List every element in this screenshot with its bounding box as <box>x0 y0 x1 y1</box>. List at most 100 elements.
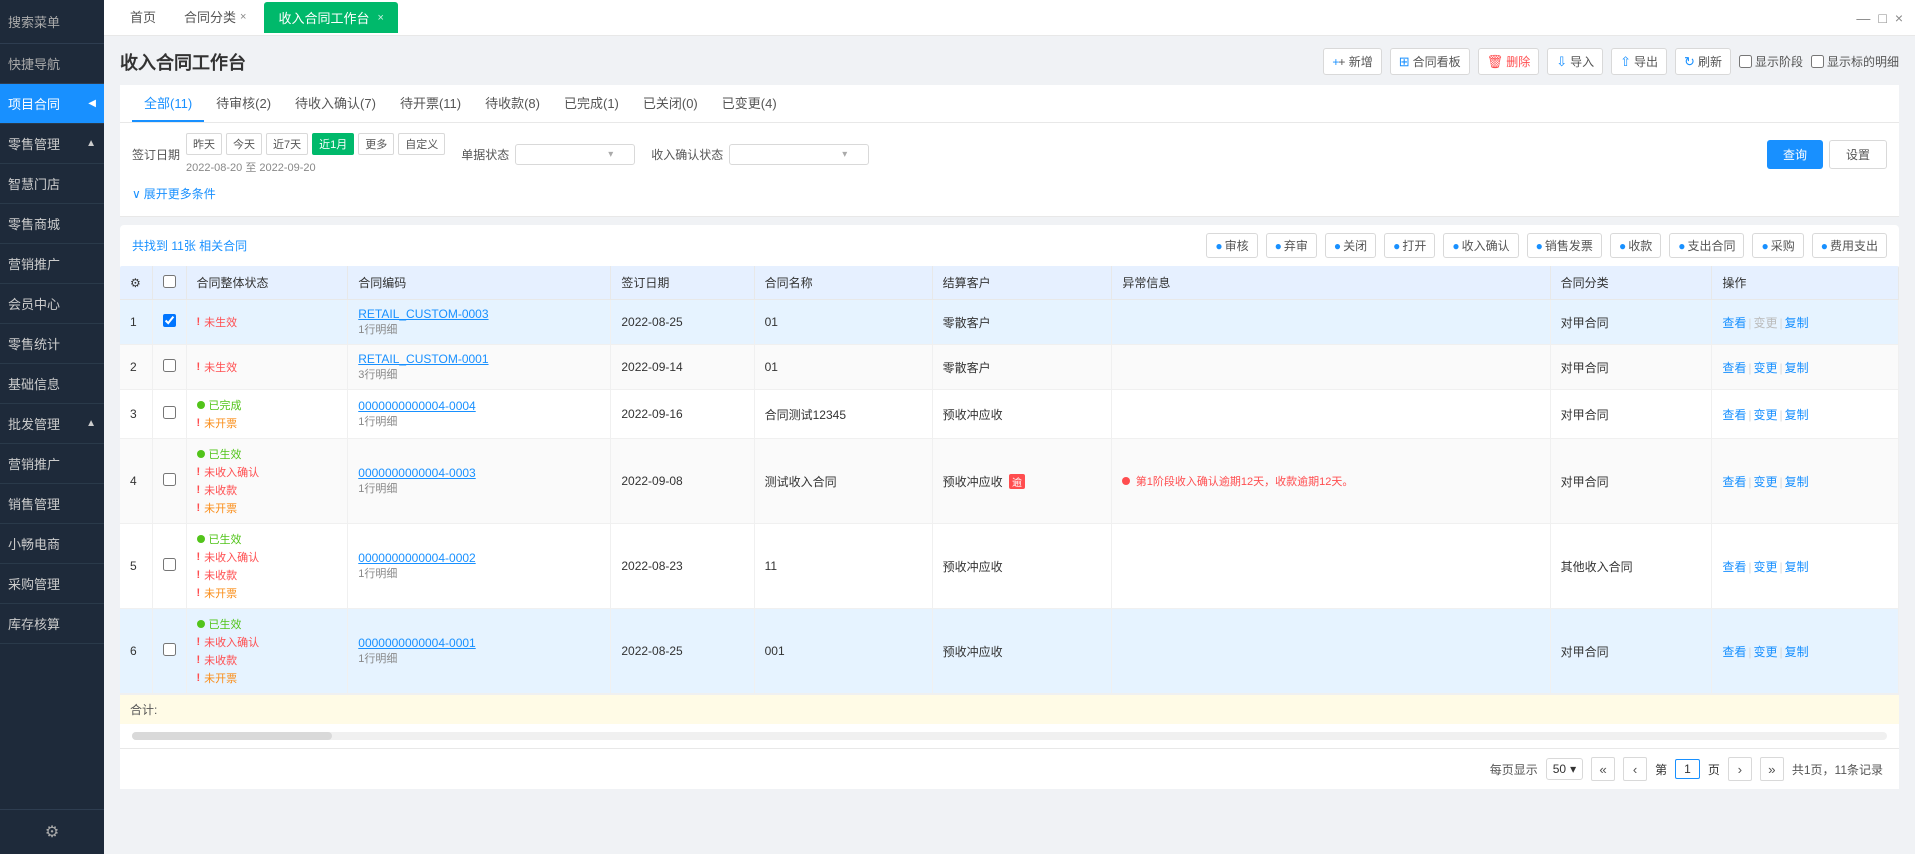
copy-btn[interactable]: 复制 <box>1785 645 1809 659</box>
sidebar-item-purchase[interactable]: 采购管理 <box>0 564 104 604</box>
date-btn-1month[interactable]: 近1月 <box>312 133 354 155</box>
refresh-button[interactable]: ↻ 刷新 <box>1675 48 1731 75</box>
sidebar-item-project-contract[interactable]: 项目合同 ◀ <box>0 84 104 124</box>
tab-close-income-contract[interactable]: × <box>377 12 383 24</box>
show-stages-input[interactable] <box>1739 55 1752 68</box>
close-contract-button[interactable]: ● 关闭 <box>1325 233 1376 258</box>
horizontal-scrollbar[interactable] <box>120 724 1899 748</box>
sidebar-search[interactable]: 搜索菜单 <box>0 0 104 44</box>
income-confirm-button[interactable]: ● 收入确认 <box>1443 233 1518 258</box>
first-page-button[interactable]: « <box>1591 757 1615 781</box>
tab-contract-category[interactable]: 合同分类 × <box>170 0 260 36</box>
abandon-review-button[interactable]: ● 弃审 <box>1266 233 1317 258</box>
review-button[interactable]: ● 审核 <box>1206 233 1257 258</box>
contract-link[interactable]: 0000000000004-0003 <box>358 466 600 480</box>
date-btn-7days[interactable]: 近7天 <box>266 133 308 155</box>
sales-invoice-button[interactable]: ● 销售发票 <box>1527 233 1602 258</box>
view-btn[interactable]: 查看 <box>1722 361 1746 375</box>
export-button[interactable]: ⇧ 导出 <box>1611 48 1667 75</box>
sidebar-item-retail-mall[interactable]: 零售商城 <box>0 204 104 244</box>
contract-link[interactable]: 0000000000004-0001 <box>358 636 600 650</box>
sidebar-item-marketing[interactable]: 营销推广 <box>0 244 104 284</box>
view-btn[interactable]: 查看 <box>1722 560 1746 574</box>
contract-link[interactable]: RETAIL_CUSTOM-0003 <box>358 307 600 321</box>
tab-income-contract-workbench[interactable]: 收入合同工作台 × <box>264 2 397 33</box>
purchase-button[interactable]: ● 采购 <box>1752 233 1803 258</box>
select-all-checkbox[interactable] <box>163 275 176 288</box>
expense-contract-button[interactable]: ● 支出合同 <box>1669 233 1744 258</box>
prev-page-button[interactable]: ‹ <box>1623 757 1647 781</box>
view-btn[interactable]: 查看 <box>1722 408 1746 422</box>
date-btn-today[interactable]: 今天 <box>226 133 262 155</box>
view-btn[interactable]: 查看 <box>1722 316 1746 330</box>
sidebar-item-retail-management[interactable]: 零售管理 ▲ <box>0 124 104 164</box>
sidebar-item-ecommerce[interactable]: 小畅电商 <box>0 524 104 564</box>
filter-tab-all[interactable]: 全部(11) <box>132 85 204 122</box>
sidebar-item-sales[interactable]: 销售管理 <box>0 484 104 524</box>
import-button[interactable]: ⇩ 导入 <box>1547 48 1603 75</box>
edit-btn[interactable]: 变更 <box>1753 560 1777 574</box>
sidebar-item-inventory[interactable]: 库存核算 <box>0 604 104 644</box>
filter-tab-closed[interactable]: 已关闭(0) <box>631 85 710 122</box>
tab-home[interactable]: 首页 <box>116 0 170 36</box>
copy-btn[interactable]: 复制 <box>1785 560 1809 574</box>
date-btn-custom[interactable]: 自定义 <box>398 133 445 155</box>
row-checkbox[interactable] <box>152 524 186 609</box>
kanban-button[interactable]: ⊞ 合同看板 <box>1390 48 1470 75</box>
last-page-button[interactable]: » <box>1760 757 1784 781</box>
expand-conditions-button[interactable]: ∨ 展开更多条件 <box>132 181 216 206</box>
view-btn[interactable]: 查看 <box>1722 475 1746 489</box>
edit-btn[interactable]: 变更 <box>1753 316 1777 330</box>
minimize-button[interactable]: — <box>1856 10 1870 26</box>
sidebar-item-basic-info[interactable]: 基础信息 <box>0 364 104 404</box>
show-detail-input[interactable] <box>1811 55 1824 68</box>
settings-icon[interactable]: ⚙ <box>45 822 59 842</box>
contract-link[interactable]: 0000000000004-0002 <box>358 551 600 565</box>
edit-btn[interactable]: 变更 <box>1753 408 1777 422</box>
sidebar-item-marketing2[interactable]: 营销推广 <box>0 444 104 484</box>
filter-tab-pending-confirm[interactable]: 待收入确认(7) <box>283 85 388 122</box>
maximize-button[interactable]: □ <box>1878 10 1886 26</box>
row-checkbox[interactable] <box>152 609 186 694</box>
filter-tab-pending-payment[interactable]: 待收款(8) <box>473 85 552 122</box>
sidebar-item-retail-stats[interactable]: 零售统计 <box>0 324 104 364</box>
filter-tab-pending-invoice[interactable]: 待开票(11) <box>388 85 473 122</box>
date-btn-more[interactable]: 更多 <box>358 133 394 155</box>
sidebar-nav[interactable]: 快捷导航 <box>0 44 104 84</box>
new-button[interactable]: + + 新增 <box>1323 48 1381 75</box>
sidebar-item-smart-store[interactable]: 智慧门店 <box>0 164 104 204</box>
view-btn[interactable]: 查看 <box>1722 645 1746 659</box>
contract-link[interactable]: 0000000000004-0004 <box>358 399 600 413</box>
status-select[interactable]: ▾ <box>515 144 635 165</box>
sidebar-item-wholesale[interactable]: 批发管理 ▲ <box>0 404 104 444</box>
expense-out-button[interactable]: ● 费用支出 <box>1812 233 1887 258</box>
copy-btn[interactable]: 复制 <box>1785 475 1809 489</box>
open-contract-button[interactable]: ● 打开 <box>1384 233 1435 258</box>
query-button[interactable]: 查询 <box>1767 140 1823 169</box>
copy-btn[interactable]: 复制 <box>1785 361 1809 375</box>
tab-close-contract-category[interactable]: × <box>240 11 246 23</box>
confirm-status-select[interactable]: ▾ <box>729 144 869 165</box>
setting-button[interactable]: 设置 <box>1829 140 1887 169</box>
contract-link[interactable]: RETAIL_CUSTOM-0001 <box>358 352 600 366</box>
row-checkbox[interactable] <box>152 300 186 345</box>
payment-button[interactable]: ● 收款 <box>1610 233 1661 258</box>
row-checkbox[interactable] <box>152 439 186 524</box>
copy-btn[interactable]: 复制 <box>1785 408 1809 422</box>
row-checkbox[interactable] <box>152 345 186 390</box>
filter-tab-pending-review[interactable]: 待审核(2) <box>204 85 283 122</box>
show-detail-checkbox[interactable]: 显示标的明细 <box>1811 53 1899 70</box>
delete-button[interactable]: 🗑 删除 <box>1478 48 1540 75</box>
row-checkbox[interactable] <box>152 390 186 439</box>
show-stages-checkbox[interactable]: 显示阶段 <box>1739 53 1803 70</box>
edit-btn[interactable]: 变更 <box>1753 475 1777 489</box>
edit-btn[interactable]: 变更 <box>1753 361 1777 375</box>
edit-btn[interactable]: 变更 <box>1753 645 1777 659</box>
filter-tab-completed[interactable]: 已完成(1) <box>552 85 631 122</box>
date-btn-yesterday[interactable]: 昨天 <box>186 133 222 155</box>
per-page-select[interactable]: 50 ▾ <box>1546 758 1583 780</box>
next-page-button[interactable]: › <box>1728 757 1752 781</box>
copy-btn[interactable]: 复制 <box>1785 316 1809 330</box>
scrollbar-thumb[interactable] <box>132 732 332 740</box>
close-button[interactable]: × <box>1895 10 1903 26</box>
